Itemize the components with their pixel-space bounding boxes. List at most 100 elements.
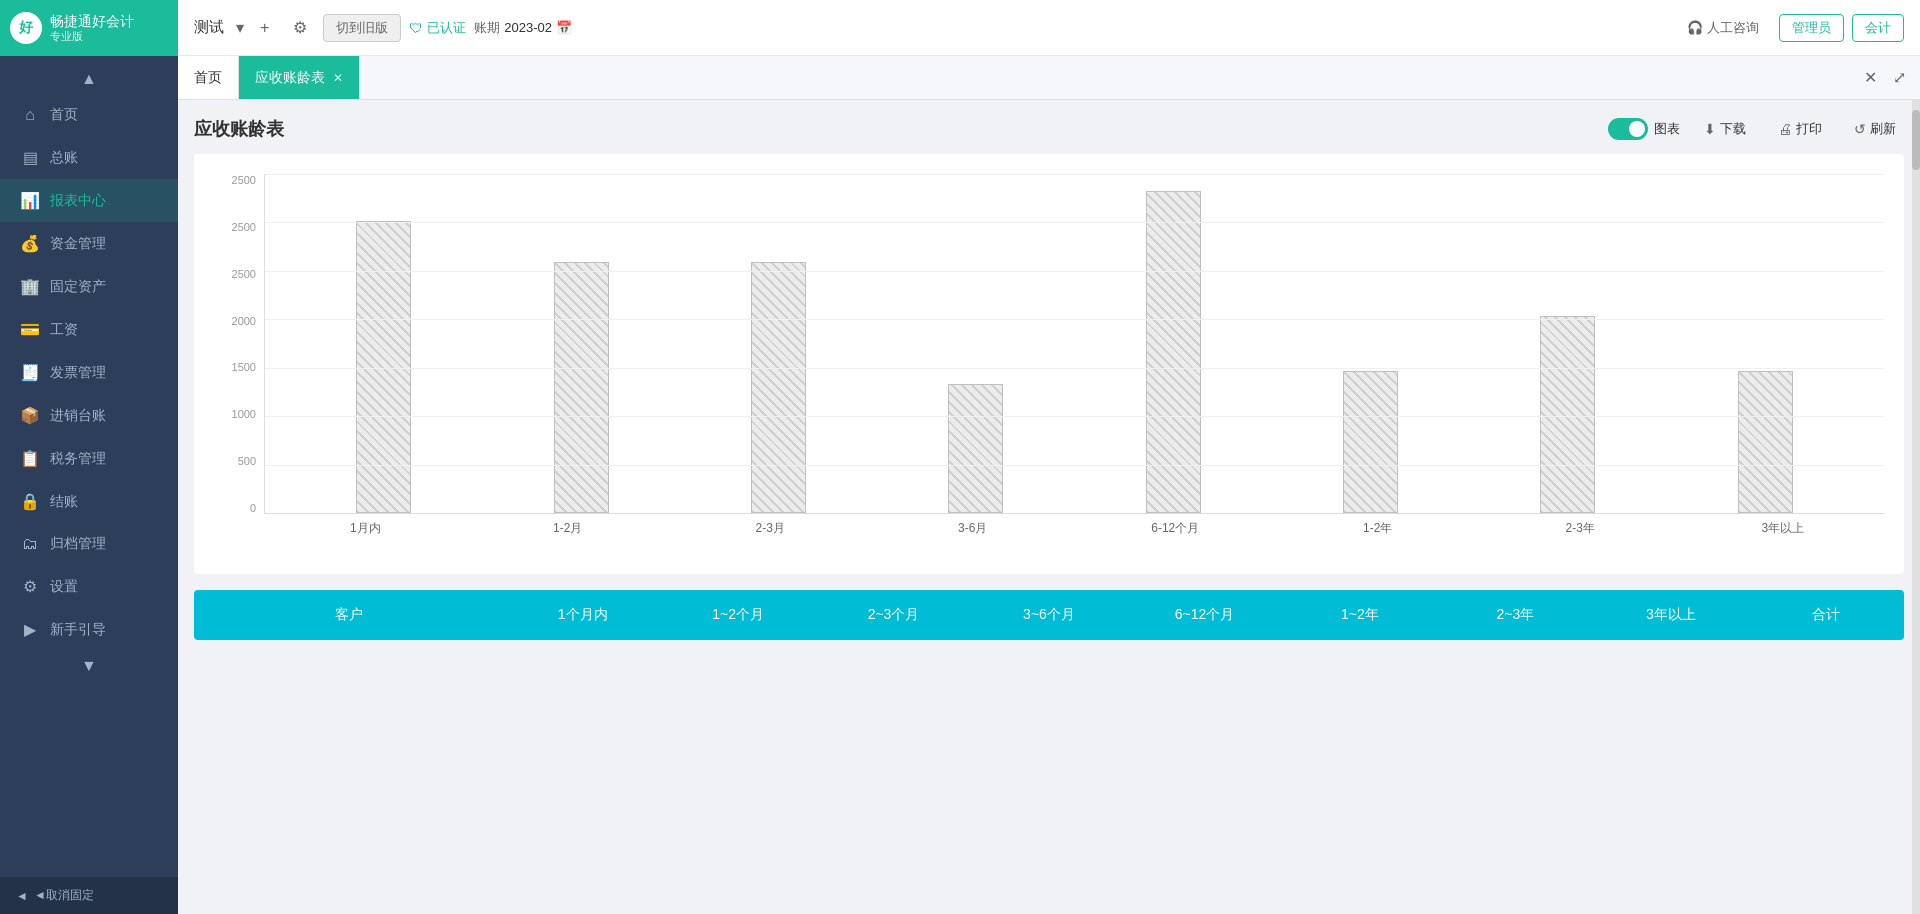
logo-text: 畅捷通好会计 专业版 [50,13,134,43]
th-2-3month: 2~3个月 [816,606,971,624]
tab-home[interactable]: 首页 [178,56,239,99]
table-container: 客户 1个月内 1~2个月 2~3个月 3~6个月 6~12个月 1~2年 2~… [194,590,1904,640]
invoice-icon: 🧾 [20,363,40,382]
sidebar-item-archive[interactable]: 🗂 归档管理 [0,523,178,565]
assets-icon: 🏢 [20,277,40,296]
add-company-button[interactable]: + [252,15,277,41]
tabbar: 首页 应收账龄表 ✕ ✕ ⤢ [178,56,1920,100]
cancel-pin-button[interactable]: ◄ ◄取消固定 [0,877,178,914]
sidebar-item-guide[interactable]: ▶ 新手引导 [0,608,178,651]
pin-icon: ◄ [16,889,28,903]
sidebar-item-home[interactable]: ⌂ 首页 [0,94,178,136]
sidebar-logo: 好 畅捷通好会计 专业版 [0,0,178,56]
x-label-1-2month: 1-2月 [467,520,670,537]
company-settings-button[interactable]: ⚙ [285,14,315,41]
consult-button[interactable]: 🎧 人工咨询 [1687,19,1759,37]
verified-badge: 🛡 已认证 [409,19,466,37]
chart-toggle-label: 图表 [1654,120,1680,138]
tab-close-button[interactable]: ✕ [333,71,343,85]
th-1-2month: 1~2个月 [660,606,815,624]
ledger-icon: ▤ [20,148,40,167]
bar-1-2month [554,262,609,513]
expand-tab-button[interactable]: ⤢ [1889,64,1910,91]
scroll-down-button[interactable]: ▼ [0,651,178,681]
y-label-1500: 1500 [232,361,256,373]
th-6-12month: 6~12个月 [1127,606,1282,624]
chart-toggle-switch[interactable] [1608,118,1648,140]
sidebar-item-ledger[interactable]: ▤ 总账 [0,136,178,179]
y-label-0: 0 [250,502,256,514]
main-content: 应收账龄表 图表 ⬇ 下载 🖨 打印 ↺ 刷新 [178,100,1920,914]
x-label-2-3year: 2-3年 [1479,520,1682,537]
archive-icon: 🗂 [20,535,40,553]
scrollbar-thumb[interactable] [1912,110,1920,170]
x-label-1month: 1月内 [264,520,467,537]
tab-ar-aging[interactable]: 应收账龄表 ✕ [239,56,360,99]
y-label-2000: 2000 [232,315,256,327]
salary-icon: 💳 [20,320,40,339]
sidebar-item-tax[interactable]: 📋 税务管理 [0,437,178,480]
sidebar-item-funds[interactable]: 💰 资金管理 [0,222,178,265]
company-dropdown[interactable]: ▾ [236,18,244,37]
y-label-2500b: 2500 [232,221,256,233]
bar-3-6month [948,384,1003,513]
user-button[interactable]: 管理员 [1779,14,1844,42]
print-button[interactable]: 🖨 打印 [1770,116,1830,142]
refresh-button[interactable]: ↺ 刷新 [1846,116,1904,142]
guide-icon: ▶ [20,620,40,639]
shield-icon: 🛡 [409,20,423,36]
reports-icon: 📊 [20,191,40,210]
sidebar: 好 畅捷通好会计 专业版 ▲ ⌂ 首页 ▤ 总账 📊 报表中心 💰 资金管理 🏢… [0,0,178,914]
x-label-1-2year: 1-2年 [1277,520,1480,537]
th-3-6month: 3~6个月 [971,606,1126,624]
y-label-500: 500 [238,455,256,467]
bar-3year-plus [1738,371,1793,513]
refresh-icon: ↺ [1854,121,1866,137]
switch-old-version-button[interactable]: 切到旧版 [323,14,401,42]
sidebar-item-sales[interactable]: 📦 进销台账 [0,394,178,437]
settings-icon: ⚙ [20,577,40,596]
bar-chart: 2500 2500 2500 2000 1500 1000 500 0 [214,174,1884,554]
sidebar-item-salary[interactable]: 💳 工资 [0,308,178,351]
scroll-up-button[interactable]: ▲ [0,64,178,94]
th-customer: 客户 [194,606,505,624]
scrollbar-track [1912,100,1920,914]
period-display: 账期 2023-02 📅 [474,19,572,37]
x-label-6-12month: 6-12个月 [1074,520,1277,537]
calendar-icon[interactable]: 📅 [556,20,572,35]
sidebar-item-closing[interactable]: 🔒 结账 [0,480,178,523]
bar-1-2year [1343,371,1398,513]
home-icon: ⌂ [20,106,40,124]
th-total: 合计 [1749,606,1904,624]
tax-icon: 📋 [20,449,40,468]
sidebar-item-settings[interactable]: ⚙ 设置 [0,565,178,608]
x-label-2-3month: 2-3月 [669,520,872,537]
page-actions: 图表 ⬇ 下载 🖨 打印 ↺ 刷新 [1608,116,1904,142]
th-1-2year: 1~2年 [1282,606,1437,624]
print-icon: 🖨 [1778,121,1792,137]
close-tab-button[interactable]: ✕ [1860,64,1881,91]
tabbar-actions: ✕ ⤢ [1850,56,1920,99]
x-label-3year-plus: 3年以上 [1682,520,1885,537]
closing-icon: 🔒 [20,492,40,511]
bar-2-3year [1540,316,1595,513]
sidebar-item-reports[interactable]: 📊 报表中心 [0,179,178,222]
company-name: 测试 [194,18,224,37]
th-2-3year: 2~3年 [1438,606,1593,624]
sidebar-item-assets[interactable]: 🏢 固定资产 [0,265,178,308]
page-header: 应收账龄表 图表 ⬇ 下载 🖨 打印 ↺ 刷新 [194,116,1904,142]
y-label-2500c: 2500 [232,268,256,280]
y-label-2500a: 2500 [232,174,256,186]
logo-icon: 好 [10,12,42,44]
bar-2-3month [751,262,806,513]
role-button[interactable]: 会计 [1852,14,1904,42]
download-button[interactable]: ⬇ 下载 [1696,116,1754,142]
y-label-1000: 1000 [232,408,256,420]
topbar: 测试 ▾ + ⚙ 切到旧版 🛡 已认证 账期 2023-02 📅 🎧 人工咨询 … [178,0,1920,56]
headset-icon: 🎧 [1687,20,1703,35]
funds-icon: 💰 [20,234,40,253]
sidebar-item-invoice[interactable]: 🧾 发票管理 [0,351,178,394]
sales-icon: 📦 [20,406,40,425]
page-title: 应收账龄表 [194,117,284,141]
table-header: 客户 1个月内 1~2个月 2~3个月 3~6个月 6~12个月 1~2年 2~… [194,590,1904,640]
